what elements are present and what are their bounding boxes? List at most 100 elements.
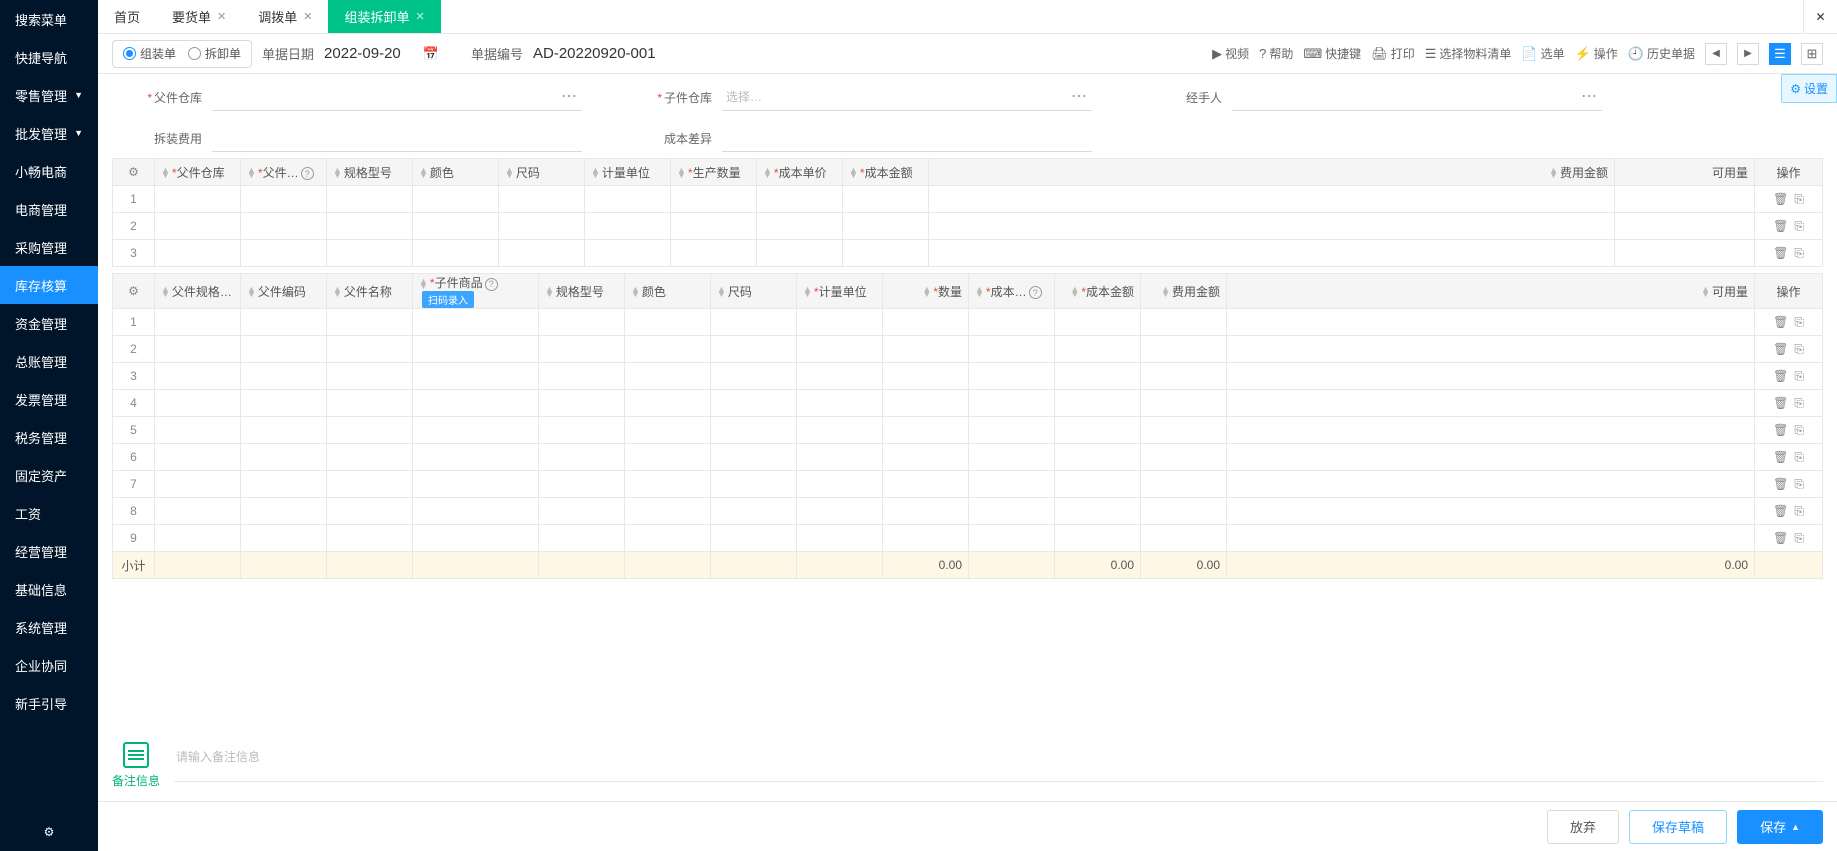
table-row[interactable]: 8🗑⎘ [113,498,1823,525]
nav-next[interactable]: ▶ [1737,43,1759,65]
col-fee-amt[interactable]: ▲▼费用金额 [929,159,1615,186]
delete-icon[interactable]: 🗑 [1773,396,1788,410]
copy-icon[interactable]: ⎘ [1794,315,1804,329]
delete-icon[interactable]: 🗑 [1773,504,1788,518]
delete-icon[interactable]: 🗑 [1773,246,1788,260]
delete-icon[interactable]: 🗑 [1773,342,1788,356]
col-size[interactable]: ▲▼尺码 [499,159,585,186]
more-icon[interactable]: ⋯ [1071,86,1088,106]
tab-1[interactable]: 要货单✕ [156,0,242,33]
sidebar-item-2[interactable]: 零售管理▼ [0,76,98,114]
delete-icon[interactable]: 🗑 [1773,315,1788,329]
toolbar-action[interactable]: ⚡操作 [1575,45,1618,62]
toolbar-select-bom[interactable]: ☰选择物料清单 [1425,45,1512,62]
col-parent-spec[interactable]: ▲▼父件规格… [155,274,241,309]
table-row[interactable]: 7🗑⎘ [113,471,1823,498]
table-row[interactable]: 3🗑⎘ [113,240,1823,267]
copy-icon[interactable]: ⎘ [1794,369,1804,383]
col-child-prod[interactable]: ▲▼*子件商品?扫码录入 [413,274,539,309]
question-icon[interactable]: ? [301,167,314,180]
col-color[interactable]: ▲▼颜色 [625,274,711,309]
col-cost-amt[interactable]: ▲▼*成本金额 [1055,274,1141,309]
table-row[interactable]: 6🗑⎘ [113,444,1823,471]
table-row[interactable]: 9🗑⎘ [113,525,1823,552]
col-size[interactable]: ▲▼尺码 [711,274,797,309]
toolbar-select-bill[interactable]: 📄选单 [1521,45,1564,62]
table-row[interactable]: 3🗑⎘ [113,363,1823,390]
delete-icon[interactable]: 🗑 [1773,369,1788,383]
toolbar-help[interactable]: ?帮助 [1259,45,1293,62]
col-parent-warehouse[interactable]: ▲▼*父件仓库 [155,159,241,186]
sidebar-item-11[interactable]: 税务管理 [0,418,98,456]
gear-icon[interactable]: ⚙ [128,165,139,179]
copy-icon[interactable]: ⎘ [1794,450,1804,464]
delete-icon[interactable]: 🗑 [1773,450,1788,464]
copy-icon[interactable]: ⎘ [1794,342,1804,356]
gear-icon[interactable]: ⚙ [128,284,139,298]
save-draft-button[interactable]: 保存草稿 [1629,810,1727,844]
sidebar-item-15[interactable]: 基础信息 [0,570,98,608]
col-unit-cost[interactable]: ▲▼*成本单价 [757,159,843,186]
col-available[interactable]: ▲▼可用量 [1227,274,1755,309]
col-spec[interactable]: ▲▼规格型号 [327,159,413,186]
handler-input[interactable] [1232,84,1602,111]
copy-icon[interactable]: ⎘ [1794,192,1804,206]
copy-icon[interactable]: ⎘ [1794,396,1804,410]
col-fee-amt[interactable]: ▲▼费用金额 [1141,274,1227,309]
sidebar-item-8[interactable]: 资金管理 [0,304,98,342]
scan-button[interactable]: 扫码录入 [422,291,474,308]
delete-icon[interactable]: 🗑 [1773,531,1788,545]
sidebar-item-4[interactable]: 小畅电商 [0,152,98,190]
sidebar-item-9[interactable]: 总账管理 [0,342,98,380]
col-parent-code[interactable]: ▲▼父件编码 [241,274,327,309]
toolbar-print[interactable]: 🖨打印 [1371,45,1415,62]
question-icon[interactable]: ? [1029,286,1042,299]
table-row[interactable]: 4🗑⎘ [113,390,1823,417]
close-icon[interactable]: ✕ [303,10,312,23]
bill-date[interactable]: 2022-09-20 [324,45,401,62]
cost-diff-input[interactable] [722,125,1092,152]
copy-icon[interactable]: ⎘ [1794,246,1804,260]
close-icon[interactable]: ✕ [217,10,226,23]
sidebar-item-14[interactable]: 经营管理 [0,532,98,570]
col-uom[interactable]: ▲▼计量单位 [585,159,671,186]
parent-warehouse-input[interactable] [212,84,582,111]
sidebar-item-16[interactable]: 系统管理 [0,608,98,646]
toolbar-video[interactable]: ▶视频 [1212,45,1249,62]
question-icon[interactable]: ? [485,278,498,291]
radio-assemble[interactable]: 组装单 [123,45,176,62]
sidebar-item-18[interactable]: 新手引导 [0,684,98,722]
sidebar-item-6[interactable]: 采购管理 [0,228,98,266]
table-row[interactable]: 2🗑⎘ [113,336,1823,363]
col-cost[interactable]: ▲▼*成本…? [969,274,1055,309]
table-row[interactable]: 1🗑⎘ [113,309,1823,336]
tab-2[interactable]: 调拨单✕ [242,0,328,33]
toolbar-hotkey[interactable]: ⌨快捷键 [1303,45,1361,62]
copy-icon[interactable]: ⎘ [1794,531,1804,545]
sidebar-item-10[interactable]: 发票管理 [0,380,98,418]
close-icon[interactable]: ✕ [416,10,425,23]
sidebar-item-5[interactable]: 电商管理 [0,190,98,228]
view-list[interactable]: ☰ [1769,43,1791,65]
table-row[interactable]: 5🗑⎘ [113,417,1823,444]
calendar-icon[interactable]: 📅 [423,46,439,62]
copy-icon[interactable]: ⎘ [1794,219,1804,233]
sidebar-item-12[interactable]: 固定资产 [0,456,98,494]
child-warehouse-input[interactable] [722,84,1092,111]
sidebar-item-13[interactable]: 工资 [0,494,98,532]
settings-button[interactable]: ⚙设置 [1781,74,1837,103]
close-all-tabs[interactable]: ✕ [1803,0,1837,34]
toolbar-history[interactable]: 🕘历史单据 [1628,45,1695,62]
table-row[interactable]: 2🗑⎘ [113,213,1823,240]
col-parent[interactable]: ▲▼*父件…? [241,159,327,186]
sidebar-item-3[interactable]: 批发管理▼ [0,114,98,152]
col-uom[interactable]: ▲▼*计量单位 [797,274,883,309]
sidebar-item-1[interactable]: 快捷导航 [0,38,98,76]
delete-icon[interactable]: 🗑 [1773,423,1788,437]
view-grid[interactable]: ⊞ [1801,43,1823,65]
col-qty[interactable]: ▲▼*数量 [883,274,969,309]
tab-3[interactable]: 组装拆卸单✕ [328,0,440,33]
sidebar-item-17[interactable]: 企业协同 [0,646,98,684]
save-button[interactable]: 保存▲ [1737,810,1823,844]
settings-gear[interactable]: ⚙ [0,813,98,851]
